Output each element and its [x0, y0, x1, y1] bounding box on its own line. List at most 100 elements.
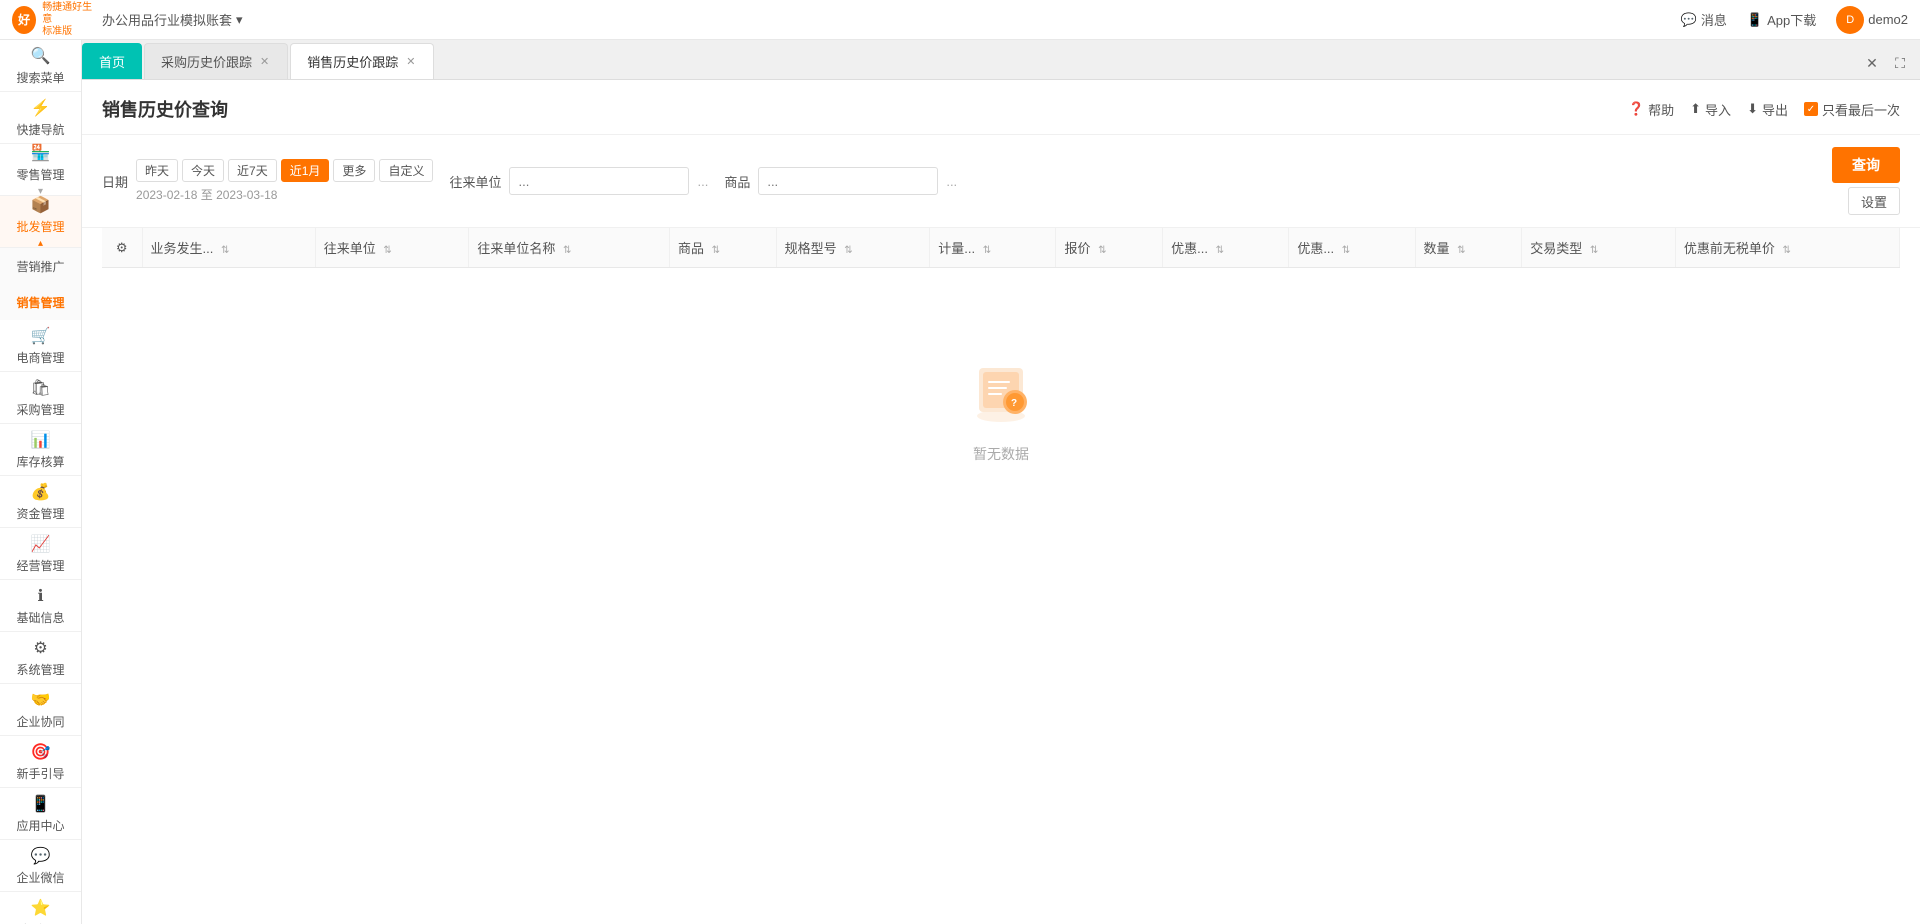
page-title: 销售历史价查询: [102, 96, 228, 122]
message-button[interactable]: 💬 消息: [1681, 10, 1727, 29]
account-dropdown[interactable]: 办公用品行业模拟账套 ▾: [102, 10, 1673, 29]
trending-icon: 📈: [31, 534, 51, 554]
chevron-down-icon: ▾: [236, 12, 243, 28]
filter-row: 日期 昨天 今天 近7天 近1月 更多 自定义 2023-02-18 至 202…: [102, 159, 1812, 203]
box-icon: 📦: [31, 195, 51, 215]
col-discount2[interactable]: 优惠... ⇅: [1289, 228, 1415, 268]
wechat-icon: 💬: [31, 846, 51, 866]
page-header-actions: ❓ 帮助 ⬆ 导入 ⬇ 导出 ✓ 只看最后一次: [1628, 100, 1900, 119]
content-area: 首页 采购历史价跟踪 ✕ 销售历史价跟踪 ✕ ✕ ⛶ 销售历史价查询: [82, 40, 1920, 924]
tab-purchase-history-close[interactable]: ✕: [258, 54, 271, 69]
date-filter-group: 日期 昨天 今天 近7天 近1月 更多 自定义 2023-02-18 至 202…: [102, 159, 433, 203]
tab-sales-history-close[interactable]: ✕: [404, 54, 417, 69]
col-quoted-price[interactable]: 报价 ⇅: [1056, 228, 1163, 268]
data-table: ⚙ 业务发生... ⇅ 往来单位 ⇅ 往来单位名称: [102, 228, 1900, 268]
tab-home-label: 首页: [99, 52, 125, 71]
sort-icon: ⇅: [1342, 245, 1350, 256]
mobile-icon: 📱: [31, 794, 51, 814]
col-quantity[interactable]: 数量 ⇅: [1415, 228, 1522, 268]
store-icon: 🏪: [31, 143, 51, 163]
sort-icon: ⇅: [1590, 245, 1598, 256]
date-btn-today[interactable]: 今天: [182, 159, 224, 182]
money-icon: 💰: [31, 482, 51, 502]
sidebar-item-guide[interactable]: 🎯 新手引导: [0, 736, 81, 788]
col-unit[interactable]: 计量... ⇅: [930, 228, 1056, 268]
chevron-up-icon: ▴: [38, 238, 43, 249]
sidebar-item-member[interactable]: ⭐ 畅会员: [0, 892, 81, 924]
sidebar-item-purchase[interactable]: 🛍 采购管理: [0, 372, 81, 424]
tab-home[interactable]: 首页: [82, 43, 142, 79]
tab-purchase-history[interactable]: 采购历史价跟踪 ✕: [144, 43, 288, 79]
col-discount1[interactable]: 优惠... ⇅: [1163, 228, 1289, 268]
col-partner-name[interactable]: 往来单位名称 ⇅: [469, 228, 670, 268]
sidebar-item-shortcut[interactable]: ⚡ 快捷导航: [0, 92, 81, 144]
date-buttons: 昨天 今天 近7天 近1月 更多 自定义: [136, 159, 433, 182]
product-filter-group: 商品 ...: [724, 167, 957, 195]
help-button[interactable]: ❓ 帮助: [1628, 100, 1674, 119]
col-business-date[interactable]: 业务发生... ⇅: [142, 228, 315, 268]
phone-icon: 📱: [1747, 12, 1763, 28]
settings-button[interactable]: 设置: [1848, 187, 1900, 215]
export-button[interactable]: ⬇ 导出: [1747, 100, 1788, 119]
sort-icon: ⇅: [1457, 245, 1465, 256]
date-btn-more[interactable]: 更多: [333, 159, 375, 182]
checkbox-checked-icon: ✓: [1804, 102, 1818, 116]
col-partner-code[interactable]: 往来单位 ⇅: [315, 228, 469, 268]
sidebar-item-basic[interactable]: ℹ 基础信息: [0, 580, 81, 632]
sidebar-item-enterprise[interactable]: 🤝 企业协同: [0, 684, 81, 736]
product-label: 商品: [724, 172, 750, 191]
sort-icon: ⇅: [1782, 245, 1790, 256]
cart-icon: 🛒: [31, 326, 51, 346]
sidebar-sub-sales[interactable]: 销售管理: [0, 284, 81, 320]
sidebar-item-wechat[interactable]: 💬 企业微信: [0, 840, 81, 892]
partner-input[interactable]: [509, 167, 689, 195]
tab-purchase-history-label: 采购历史价跟踪: [161, 52, 252, 71]
filter-action-buttons: 查询 设置: [1832, 147, 1900, 215]
sidebar-item-system[interactable]: ⚙ 系统管理: [0, 632, 81, 684]
sidebar-item-operations[interactable]: 📈 经营管理: [0, 528, 81, 580]
sidebar-item-ecommerce[interactable]: 🛒 电商管理: [0, 320, 81, 372]
sidebar-item-finance[interactable]: 💰 资金管理: [0, 476, 81, 528]
logo-icon: 好: [12, 6, 36, 34]
sort-icon: ⇅: [221, 245, 229, 256]
top-bar: 好 畅捷通好生意 标准版 办公用品行业模拟账套 ▾ 💬 消息 📱 App下载 D…: [0, 0, 1920, 40]
search-icon: 🔍: [31, 46, 51, 66]
query-button[interactable]: 查询: [1832, 147, 1900, 183]
maximize-window-button[interactable]: ⛶: [1888, 51, 1912, 75]
close-window-button[interactable]: ✕: [1860, 51, 1884, 75]
import-button[interactable]: ⬆ 导入: [1690, 100, 1731, 119]
app-download-button[interactable]: 📱 App下载: [1747, 10, 1816, 29]
chart-icon: 📊: [31, 430, 51, 450]
partner-dots: ...: [697, 174, 708, 189]
sort-icon: ⇅: [563, 245, 571, 256]
message-icon: 💬: [1681, 12, 1697, 28]
date-btn-custom[interactable]: 自定义: [379, 159, 433, 182]
help-icon: ❓: [1628, 101, 1644, 117]
svg-text:?: ?: [1011, 398, 1017, 409]
col-settings[interactable]: ⚙: [102, 228, 142, 268]
col-pretax-price[interactable]: 优惠前无税单价 ⇅: [1675, 228, 1899, 268]
empty-state-text: 暂无数据: [973, 444, 1029, 464]
export-icon: ⬇: [1747, 101, 1758, 117]
date-btn-1month[interactable]: 近1月: [281, 159, 330, 182]
sidebar-sub-marketing[interactable]: 营销推广: [0, 248, 81, 284]
col-transaction-type[interactable]: 交易类型 ⇅: [1522, 228, 1676, 268]
tab-sales-history-label: 销售历史价跟踪: [307, 52, 398, 71]
sidebar-item-app-center[interactable]: 📱 应用中心: [0, 788, 81, 840]
date-btn-7days[interactable]: 近7天: [228, 159, 277, 182]
product-input[interactable]: [758, 167, 938, 195]
sidebar-item-wholesale[interactable]: 📦 批发管理 ▴: [0, 196, 81, 248]
logo-text: 畅捷通好生意 标准版: [42, 2, 94, 38]
target-icon: 🎯: [31, 742, 51, 762]
sidebar-item-search-menu[interactable]: 🔍 搜索菜单: [0, 40, 81, 92]
tab-sales-history[interactable]: 销售历史价跟踪 ✕: [290, 43, 434, 79]
date-btn-yesterday[interactable]: 昨天: [136, 159, 178, 182]
only-last-checkbox[interactable]: ✓ 只看最后一次: [1804, 100, 1900, 119]
col-spec[interactable]: 规格型号 ⇅: [776, 228, 930, 268]
user-menu[interactable]: D demo2: [1836, 6, 1908, 34]
sidebar-item-inventory[interactable]: 📊 库存核算: [0, 424, 81, 476]
date-range-text: 2023-02-18 至 2023-03-18: [136, 186, 433, 203]
sidebar-item-retail[interactable]: 🏪 零售管理 ▾: [0, 144, 81, 196]
sort-icon: ⇅: [383, 245, 391, 256]
col-product[interactable]: 商品 ⇅: [669, 228, 776, 268]
